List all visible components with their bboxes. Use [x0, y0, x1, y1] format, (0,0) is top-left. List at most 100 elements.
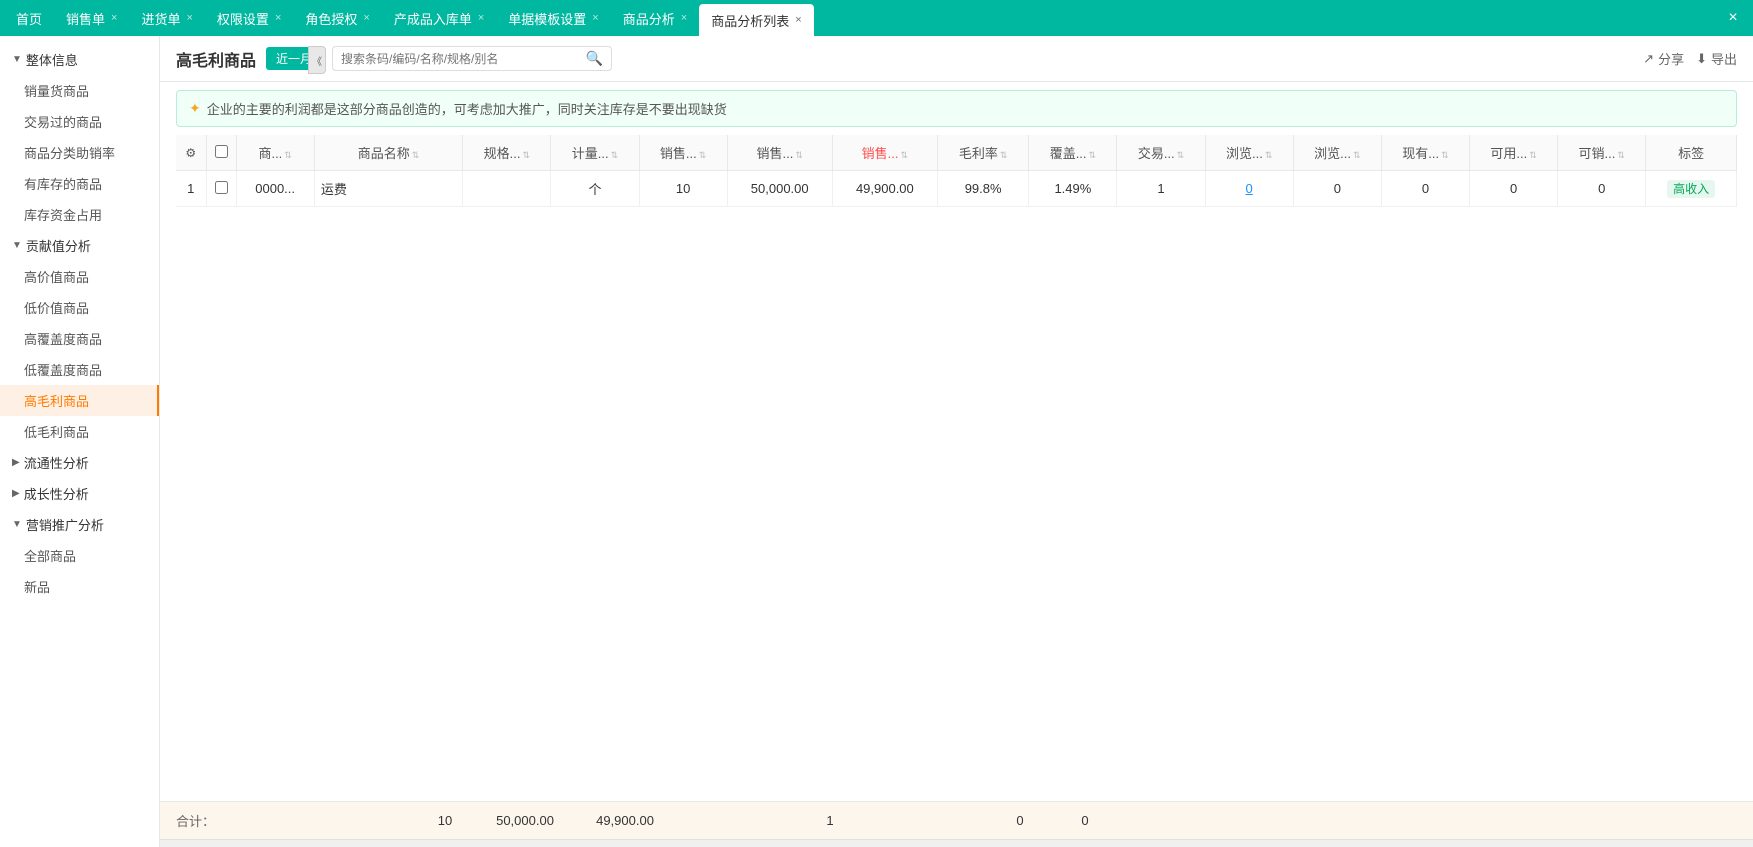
- row-name: 运费: [314, 171, 462, 207]
- row-spec: [463, 171, 551, 207]
- row-tag: 高收入: [1646, 171, 1737, 207]
- col-available[interactable]: 可用...⇅: [1470, 135, 1558, 171]
- col-unit[interactable]: 计量...⇅: [551, 135, 639, 171]
- col-browse1[interactable]: 浏览...⇅: [1205, 135, 1293, 171]
- row-current-stock: 0: [1381, 171, 1469, 207]
- row-checkbox: [206, 171, 236, 207]
- col-gross-margin[interactable]: 毛利率⇅: [937, 135, 1028, 171]
- row-unit: 个: [551, 171, 639, 207]
- col-code[interactable]: 商...⇅: [236, 135, 314, 171]
- nav-close-roles[interactable]: ×: [363, 12, 369, 24]
- sidebar-section-overall[interactable]: ▼ 整体信息: [0, 44, 159, 75]
- sidebar-item-new-products[interactable]: 新品: [0, 571, 159, 602]
- footer-cells: 10 50,000.00 49,900.00 1 0 0: [235, 813, 1737, 828]
- nav-close-product-inbound[interactable]: ×: [478, 12, 484, 24]
- footer-transaction: 1: [795, 813, 865, 828]
- sidebar-item-high-value[interactable]: 高价值商品: [0, 261, 159, 292]
- sidebar-item-bestsellers[interactable]: 销量货商品: [0, 75, 159, 106]
- row-coverage: 1.49%: [1029, 171, 1117, 207]
- col-spec[interactable]: 规格...⇅: [463, 135, 551, 171]
- nav-close-purchase-order[interactable]: ×: [186, 12, 192, 24]
- sidebar-item-high-coverage[interactable]: 高覆盖度商品: [0, 323, 159, 354]
- arrow-liquidity: ▶: [12, 457, 20, 468]
- nav-permissions[interactable]: 权限设置 ×: [205, 0, 293, 36]
- table-footer: 合计： 10 50,000.00 49,900.00 1 0 0: [160, 801, 1753, 839]
- header-actions: ↗ 分享 ⬇ 导出: [1643, 49, 1737, 68]
- nav-close-product-analysis[interactable]: ×: [681, 12, 687, 24]
- search-icon[interactable]: 🔍: [586, 50, 603, 67]
- col-settings[interactable]: ⚙: [176, 135, 206, 171]
- nav-roles[interactable]: 角色授权 ×: [293, 0, 381, 36]
- table-header-row: ⚙ 商...⇅ 商品名称⇅ 规格...⇅ 计量...⇅ 销售...⇅ 销售...…: [176, 135, 1737, 171]
- nav-home[interactable]: 首页: [4, 0, 54, 36]
- row-select-checkbox[interactable]: [215, 181, 228, 194]
- close-window-button[interactable]: ×: [1725, 10, 1741, 26]
- export-icon: ⬇: [1696, 51, 1707, 67]
- row-transaction: 1: [1117, 171, 1205, 207]
- col-sales-qty[interactable]: 销售...⇅: [639, 135, 727, 171]
- footer-sales-qty: 10: [415, 813, 475, 828]
- sidebar-item-low-margin[interactable]: 低毛利商品: [0, 416, 159, 447]
- select-all-checkbox[interactable]: [215, 145, 228, 158]
- col-sales-amount[interactable]: 销售...⇅: [727, 135, 832, 171]
- nav-template[interactable]: 单据模板设置 ×: [496, 0, 610, 36]
- footer-sales-amount: 50,000.00: [475, 813, 575, 828]
- col-transaction[interactable]: 交易...⇅: [1117, 135, 1205, 171]
- col-tag[interactable]: 标签: [1646, 135, 1737, 171]
- footer-current-stock: 0: [985, 813, 1055, 828]
- share-button[interactable]: ↗ 分享: [1643, 49, 1684, 68]
- content-area: 《 高毛利商品 近一月 🔍 ↗ 分享 ⬇ 导出 ✦ 企: [160, 36, 1753, 847]
- nav-sales-order[interactable]: 销售单 ×: [54, 0, 129, 36]
- arrow-overall: ▼: [12, 54, 22, 65]
- nav-close-template[interactable]: ×: [592, 12, 598, 24]
- export-button[interactable]: ⬇ 导出: [1696, 49, 1737, 68]
- row-sales-amount: 50,000.00: [727, 171, 832, 207]
- sidebar-section-marketing[interactable]: ▼ 营销推广分析: [0, 509, 159, 540]
- sidebar-item-low-value[interactable]: 低价值商品: [0, 292, 159, 323]
- col-name[interactable]: 商品名称⇅: [314, 135, 462, 171]
- tag-badge: 高收入: [1667, 180, 1715, 198]
- arrow-growth: ▶: [12, 488, 20, 499]
- sidebar-toggle-button[interactable]: 《: [308, 46, 326, 74]
- sidebar-item-stock-capital[interactable]: 库存资金占用: [0, 199, 159, 230]
- nav-close-permissions[interactable]: ×: [275, 12, 281, 24]
- sidebar-section-growth[interactable]: ▶ 成长性分析: [0, 478, 159, 509]
- sidebar-item-high-margin[interactable]: 高毛利商品: [0, 385, 159, 416]
- nav-product-analysis[interactable]: 商品分析 ×: [611, 0, 699, 36]
- col-browse2[interactable]: 浏览...⇅: [1293, 135, 1381, 171]
- sidebar-item-traded[interactable]: 交易过的商品: [0, 106, 159, 137]
- col-coverage[interactable]: 覆盖...⇅: [1029, 135, 1117, 171]
- nav-close-sales-order[interactable]: ×: [111, 12, 117, 24]
- row-gross-margin: 99.8%: [937, 171, 1028, 207]
- col-sales-profit[interactable]: 销售...⇅: [832, 135, 937, 171]
- nav-product-analysis-list[interactable]: 商品分析列表 ×: [699, 4, 813, 36]
- sidebar-item-low-coverage[interactable]: 低覆盖度商品: [0, 354, 159, 385]
- table-row: 1 0000... 运费 个 10 50,000.00 49,900.00 99…: [176, 171, 1737, 207]
- info-banner: ✦ 企业的主要的利润都是这部分商品创造的，可考虑加大推广，同时关注库存是不要出现…: [176, 90, 1737, 127]
- share-icon: ↗: [1643, 51, 1654, 67]
- footer-label: 合计：: [176, 811, 215, 830]
- search-input[interactable]: [341, 52, 586, 66]
- sidebar-item-category-rate[interactable]: 商品分类助销率: [0, 137, 159, 168]
- sidebar-item-in-stock[interactable]: 有库存的商品: [0, 168, 159, 199]
- col-checkbox: [206, 135, 236, 171]
- col-current-stock[interactable]: 现有...⇅: [1381, 135, 1469, 171]
- arrow-contribution: ▼: [12, 240, 22, 251]
- row-sales-profit: 49,900.00: [832, 171, 937, 207]
- sidebar-section-contribution[interactable]: ▼ 贡献值分析: [0, 230, 159, 261]
- sidebar: ▼ 整体信息 销量货商品 交易过的商品 商品分类助销率 有库存的商品 库存资金占…: [0, 36, 160, 847]
- nav-purchase-order[interactable]: 进货单 ×: [129, 0, 204, 36]
- row-available: 0: [1470, 171, 1558, 207]
- sidebar-item-all-products[interactable]: 全部商品: [0, 540, 159, 571]
- row-browse1[interactable]: 0: [1205, 171, 1293, 207]
- search-box: 🔍: [332, 46, 612, 71]
- col-saleable[interactable]: 可销...⇅: [1558, 135, 1646, 171]
- row-code: 0000...: [236, 171, 314, 207]
- nav-product-inbound[interactable]: 产成品入库单 ×: [382, 0, 496, 36]
- page-title: 高毛利商品: [176, 47, 256, 71]
- horizontal-scrollbar[interactable]: [160, 839, 1753, 847]
- nav-close-product-analysis-list[interactable]: ×: [795, 14, 801, 26]
- sidebar-section-liquidity[interactable]: ▶ 流通性分析: [0, 447, 159, 478]
- info-icon: ✦: [189, 100, 201, 117]
- row-sales-qty: 10: [639, 171, 727, 207]
